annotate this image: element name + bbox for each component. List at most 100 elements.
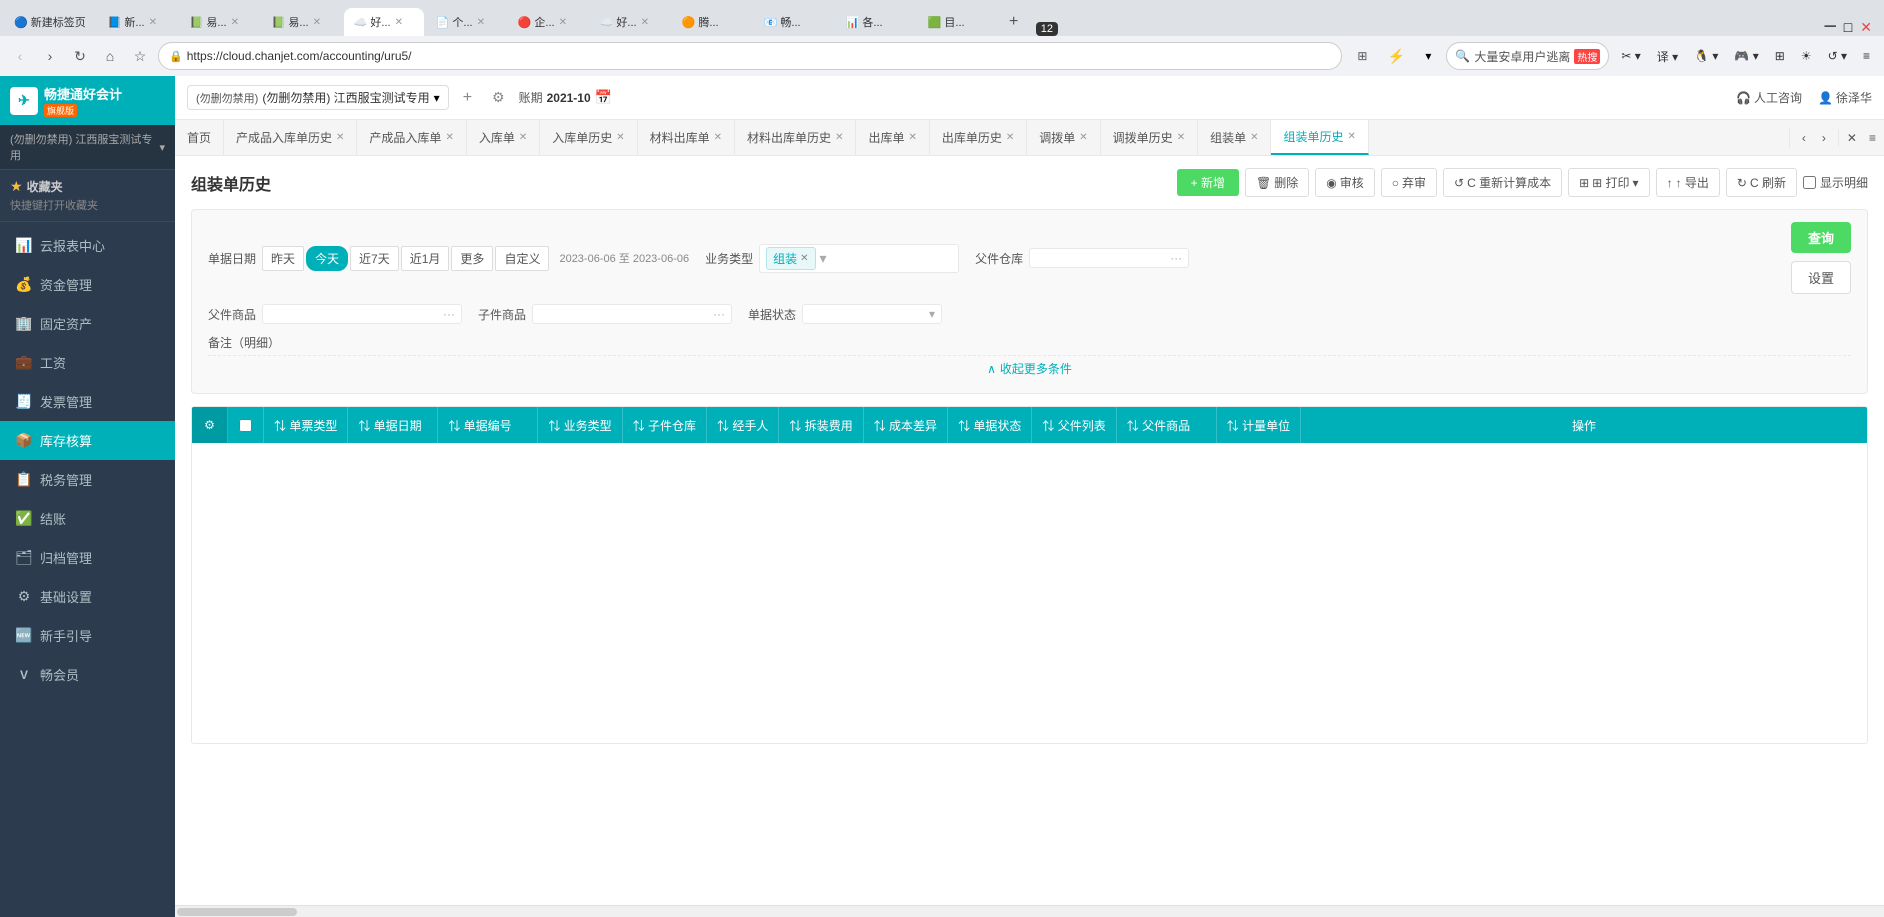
assembly-history-close[interactable]: ✕ (1177, 132, 1185, 143)
date-btn-more[interactable]: 更多 (451, 246, 493, 271)
nav-tab-out-history[interactable]: 出库单历史 ✕ (930, 120, 1027, 155)
maximize-button[interactable]: □ (1844, 19, 1852, 35)
biz-type-tag-close[interactable]: ✕ (800, 253, 808, 264)
th-date[interactable]: ⇅ 单据日期 (348, 407, 438, 443)
biz-type-dropdown[interactable]: ▾ (820, 250, 827, 267)
horizontal-scrollbar[interactable] (175, 905, 1884, 917)
history-action[interactable]: ↺ ▾ (1822, 44, 1853, 68)
browser-tab-5[interactable]: ☁️ 好... ✕ (344, 8, 424, 36)
date-btn-yesterday[interactable]: 昨天 (262, 246, 304, 271)
status-dropdown-icon[interactable]: ▾ (929, 307, 935, 321)
date-btn-custom[interactable]: 自定义 (495, 246, 549, 271)
prod-in-close[interactable]: ✕ (445, 132, 453, 143)
company-header-selector[interactable]: (勿删勿禁用) (勿删勿禁用) 江西服宝测试专用 ▾ (187, 85, 449, 110)
sidebar-item-checkout[interactable]: ✅ 结账 (0, 499, 175, 538)
tab6-close[interactable]: ✕ (477, 17, 485, 28)
search-area[interactable]: 🔍 大量安卓用户逃离 热搜 (1446, 42, 1609, 70)
tab3-close[interactable]: ✕ (231, 17, 239, 28)
kit-history-close[interactable]: ✕ (1348, 131, 1356, 142)
sidebar-item-archive[interactable]: 🗂 归档管理 (0, 538, 175, 577)
emoji-action[interactable]: 🐧 ▾ (1688, 44, 1724, 68)
nav-tab-home[interactable]: 首页 (175, 120, 224, 155)
scissors-action[interactable]: ✂ ▾ (1615, 44, 1646, 68)
forward-button[interactable]: › (38, 44, 62, 68)
nav-tab-in-order[interactable]: 入库单 ✕ (467, 120, 540, 155)
sidebar-item-settings[interactable]: ⚙ 基础设置 (0, 577, 175, 616)
lightning-button[interactable]: ⚡ (1382, 42, 1410, 70)
nav-tab-kit-history[interactable]: 组装单历史 ✕ (1271, 120, 1368, 155)
browser-tab-11[interactable]: 📊 各... (836, 8, 916, 36)
calendar-icon[interactable]: 📅 (595, 89, 612, 106)
favorites-shortcut[interactable]: 快捷键打开收藏夹 (10, 197, 165, 213)
tab4-close[interactable]: ✕ (313, 17, 321, 28)
unapprove-button[interactable]: ○ 弃审 (1381, 168, 1437, 197)
out-order-close[interactable]: ✕ (908, 132, 916, 143)
th-cost-diff[interactable]: ⇅ 成本差异 (864, 407, 948, 443)
minimize-button[interactable]: ─ (1824, 18, 1835, 36)
delete-button[interactable]: 🗑 删除 (1245, 168, 1309, 197)
sun-action[interactable]: ☀ (1795, 44, 1818, 68)
collapse-bar[interactable]: ∧ 收起更多条件 (208, 355, 1851, 381)
reload-button[interactable]: ↻ (68, 44, 92, 68)
sidebar-item-fund[interactable]: 💰 资金管理 (0, 265, 175, 304)
th-parent-list[interactable]: ⇅ 父件列表 (1032, 407, 1116, 443)
assembly-close[interactable]: ✕ (1079, 132, 1087, 143)
nav-tab-in-history[interactable]: 入库单历史 ✕ (540, 120, 637, 155)
show-detail-checkbox[interactable] (1803, 176, 1816, 189)
prod-in-history-close[interactable]: ✕ (336, 132, 344, 143)
th-parent-goods[interactable]: ⇅ 父件商品 (1117, 407, 1217, 443)
browser-tab-10[interactable]: 📧 畅... (754, 8, 834, 36)
browser-tab-6[interactable]: 📄 个... ✕ (426, 8, 506, 36)
game-action[interactable]: 🎮 ▾ (1728, 44, 1764, 68)
dropdown-button[interactable]: ▾ (1416, 44, 1440, 68)
nav-tab-mat-out[interactable]: 材料出库单 ✕ (638, 120, 735, 155)
mat-out-close[interactable]: ✕ (714, 132, 722, 143)
tab5-close[interactable]: ✕ (395, 17, 403, 28)
date-btn-1month[interactable]: 近1月 (401, 246, 450, 271)
child-goods-ellipsis[interactable]: ··· (713, 307, 725, 321)
nav-tab-prod-in-history[interactable]: 产成品入库单历史 ✕ (224, 120, 357, 155)
nav-tab-out-order[interactable]: 出库单 ✕ (856, 120, 929, 155)
favorites-section[interactable]: ★ 收藏夹 快捷键打开收藏夹 (0, 170, 175, 222)
set-button[interactable]: 设置 (1791, 261, 1851, 294)
kit-close[interactable]: ✕ (1250, 132, 1258, 143)
browser-tab-7[interactable]: 🔴 企... ✕ (508, 8, 588, 36)
th-biz-type[interactable]: ⇅ 业务类型 (538, 407, 622, 443)
th-type[interactable]: ⇅ 单票类型 (264, 407, 348, 443)
nav-tab-assembly-history[interactable]: 调拨单历史 ✕ (1101, 120, 1198, 155)
new-tab-button[interactable]: + (1000, 8, 1028, 36)
consult-button[interactable]: 🎧 人工咨询 (1736, 89, 1802, 106)
table-settings-btn[interactable]: ⚙ (192, 407, 228, 443)
translate-action[interactable]: 译 ▾ (1651, 44, 1684, 68)
grid-button[interactable]: ⊞ (1348, 42, 1376, 70)
sidebar-item-member[interactable]: V 畅会员 (0, 655, 175, 694)
tabs-scroll-left[interactable]: ‹ (1794, 128, 1814, 148)
settings-header-button[interactable]: ⚙ (486, 86, 511, 109)
tabs-scroll-right[interactable]: › (1814, 128, 1834, 148)
refresh-button[interactable]: ↻ C 刷新 (1726, 168, 1797, 197)
browser-tab-9[interactable]: 🟠 腾... (672, 8, 752, 36)
sidebar-item-invoice[interactable]: 🧾 发票管理 (0, 382, 175, 421)
tabs-more-btn[interactable]: ≡ (1865, 129, 1880, 147)
parent-goods-input[interactable]: ··· (262, 304, 462, 324)
browser-tab-2[interactable]: 📘 新... ✕ (98, 8, 178, 36)
in-history-close[interactable]: ✕ (616, 132, 624, 143)
nav-tab-prod-in[interactable]: 产成品入库单 ✕ (357, 120, 466, 155)
date-btn-today[interactable]: 今天 (306, 246, 348, 271)
new-button[interactable]: + 新增 (1177, 169, 1239, 196)
out-history-close[interactable]: ✕ (1006, 132, 1014, 143)
sidebar-item-tax[interactable]: 📋 税务管理 (0, 460, 175, 499)
warehouse-ellipsis[interactable]: ··· (1170, 251, 1182, 265)
mat-out-history-close[interactable]: ✕ (835, 132, 843, 143)
nav-tab-mat-out-history[interactable]: 材料出库单历史 ✕ (735, 120, 856, 155)
company-selector[interactable]: (勿删勿禁用) 江西服宝测试专用 ▾ (0, 125, 175, 170)
add-company-button[interactable]: + (457, 86, 478, 110)
query-button[interactable]: 查询 (1791, 222, 1851, 253)
sidebar-item-cloud-report[interactable]: 📊 云报表中心 (0, 226, 175, 265)
sidebar-item-guide[interactable]: 🆕 新手引导 (0, 616, 175, 655)
sidebar-item-fixed-assets[interactable]: 🏢 固定资产 (0, 304, 175, 343)
th-unit[interactable]: ⇅ 计量单位 (1217, 407, 1301, 443)
sidebar-item-payroll[interactable]: 💼 工资 (0, 343, 175, 382)
print-button[interactable]: ⊞ ⊞ 打印 ▾ (1568, 168, 1649, 197)
sidebar-item-inventory[interactable]: 📦 库存核算 (0, 421, 175, 460)
